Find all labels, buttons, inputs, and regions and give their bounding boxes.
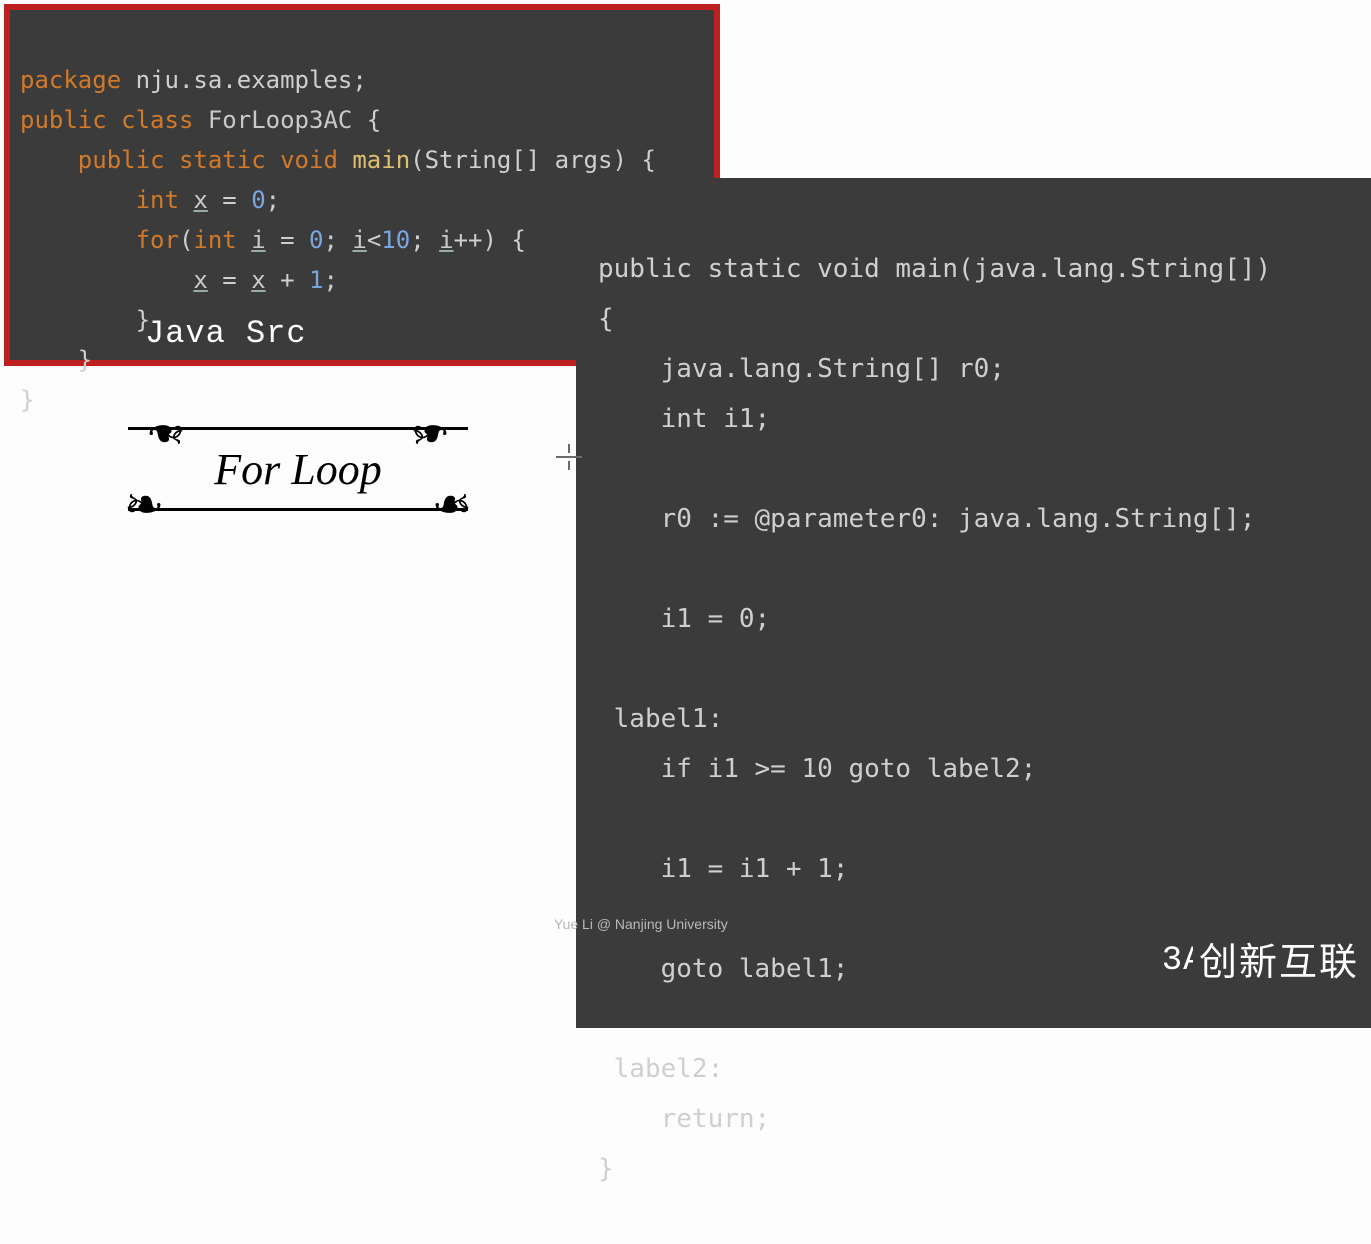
flourish-icon: ❧ xyxy=(410,482,472,544)
tac-line: i1 = 0; xyxy=(598,604,770,634)
x2: x xyxy=(251,266,265,294)
tac-line: return; xyxy=(598,1104,770,1134)
kw-public: public xyxy=(20,106,107,134)
plus: + xyxy=(266,266,309,294)
close3: } xyxy=(20,386,34,414)
kw-public2: public xyxy=(78,146,165,174)
lit-0b: 0 xyxy=(309,226,323,254)
for-loop-cartouche: ❧ ❧ ❧ ❧ For Loop xyxy=(108,394,488,544)
brace: { xyxy=(352,106,381,134)
close2: } xyxy=(78,346,92,374)
semi: ; xyxy=(266,186,280,214)
fn-main: main xyxy=(352,146,410,174)
tac-line: label2: xyxy=(598,1054,723,1084)
ty-int: int xyxy=(136,186,179,214)
flourish-icon: ❧ xyxy=(124,394,186,456)
tac-line: public static void main(java.lang.String… xyxy=(598,254,1271,284)
lit-0: 0 xyxy=(251,186,265,214)
flourish-icon: ❧ xyxy=(410,394,472,456)
cartouche-frame: ❧ ❧ ❧ ❧ For Loop xyxy=(128,427,468,511)
tac-line: if i1 >= 10 goto label2; xyxy=(598,754,1036,784)
kw-static: static xyxy=(179,146,266,174)
var-i3: i xyxy=(439,226,453,254)
tac-line: label1: xyxy=(598,704,723,734)
watermark-text: 创新互联 xyxy=(1193,929,1365,988)
java-src-label: Java Src xyxy=(145,314,307,354)
x1: x xyxy=(193,266,207,294)
eq: = xyxy=(208,186,251,214)
kw-void: void xyxy=(280,146,338,174)
tac-line: r0 := @parameter0: java.lang.String[]; xyxy=(598,504,1255,534)
p2: ; xyxy=(323,226,352,254)
lit-1: 1 xyxy=(309,266,323,294)
var-i: i xyxy=(251,226,265,254)
tac-line: int i1; xyxy=(598,404,770,434)
slide-credit: Yue Li @ Nanjing University xyxy=(554,916,728,932)
crosshair-cursor-icon xyxy=(556,444,582,470)
pkg-name: nju.sa.examples; xyxy=(121,66,367,94)
tac-line: } xyxy=(598,1154,614,1184)
p: = xyxy=(266,226,309,254)
kw-class: class xyxy=(121,106,193,134)
var-i2: i xyxy=(352,226,366,254)
p3: ; xyxy=(410,226,439,254)
tac-line: goto label1; xyxy=(598,954,848,984)
lt: < xyxy=(367,226,381,254)
semi2: ; xyxy=(323,266,337,294)
tac-line: { xyxy=(598,304,614,334)
kw-for: for xyxy=(136,226,179,254)
flourish-icon: ❧ xyxy=(124,482,186,544)
cartouche-title: For Loop xyxy=(214,444,381,495)
tac-line: i1 = i1 + 1; xyxy=(598,854,848,884)
var-x: x xyxy=(193,186,207,214)
lit-10: 10 xyxy=(381,226,410,254)
class-name: ForLoop3AC xyxy=(208,106,353,134)
p4: ++) { xyxy=(454,226,526,254)
ty-int2: int xyxy=(193,226,236,254)
eq2: = xyxy=(208,266,251,294)
kw-package: package xyxy=(20,66,121,94)
sig: (String[] args) { xyxy=(410,146,656,174)
tac-line: java.lang.String[] r0; xyxy=(598,354,1005,384)
three-address-code-panel: public static void main(java.lang.String… xyxy=(576,178,1371,1028)
op: ( xyxy=(179,226,193,254)
